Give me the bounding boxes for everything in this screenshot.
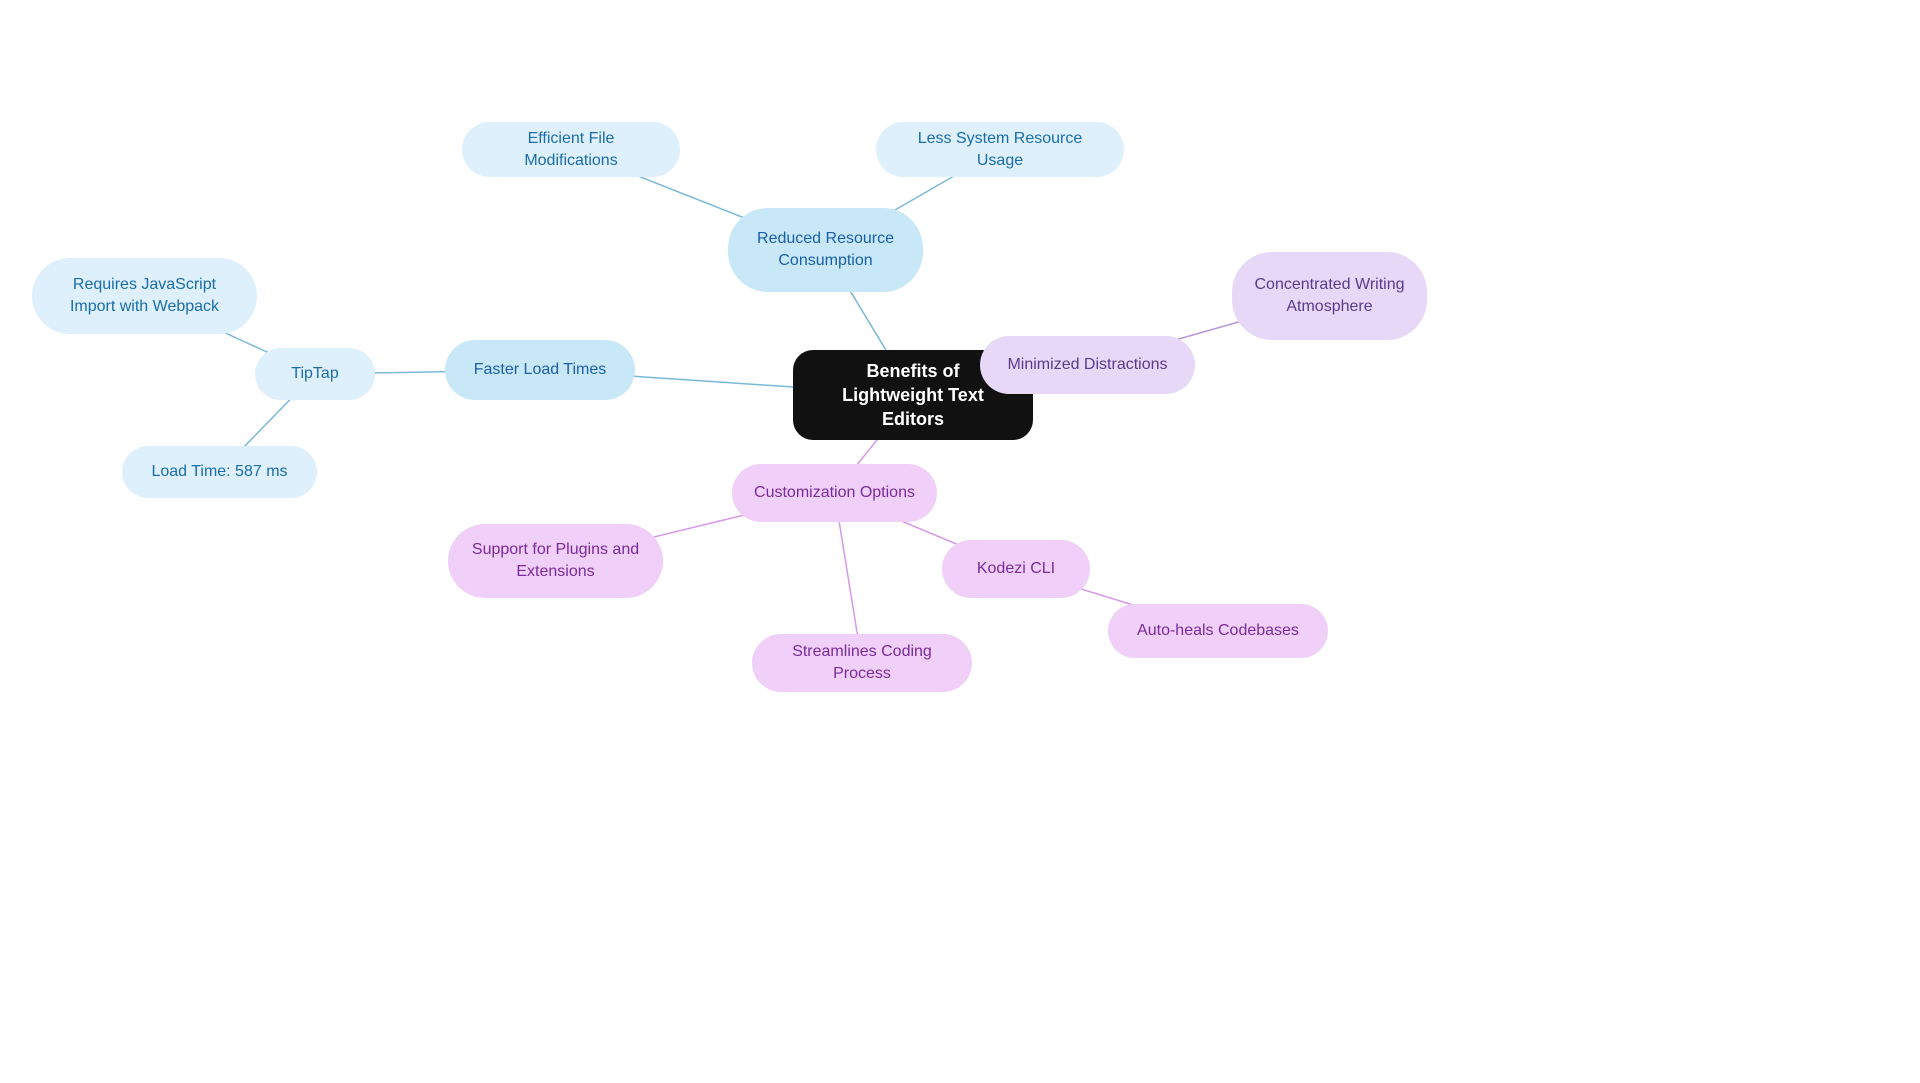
concentrated-label: Concentrated Writing Atmosphere bbox=[1254, 274, 1405, 317]
kodezi-node: Kodezi CLI bbox=[942, 540, 1090, 598]
reduced-resource-node: Reduced Resource Consumption bbox=[728, 208, 923, 292]
autoheals-node: Auto-heals Codebases bbox=[1108, 604, 1328, 658]
customization-node: Customization Options bbox=[732, 464, 937, 522]
efficient-file-node: Efficient File Modifications bbox=[462, 122, 680, 177]
concentrated-node: Concentrated Writing Atmosphere bbox=[1232, 252, 1427, 340]
autoheals-label: Auto-heals Codebases bbox=[1137, 620, 1299, 642]
minimized-node: Minimized Distractions bbox=[980, 336, 1195, 394]
reduced-label: Reduced Resource Consumption bbox=[750, 228, 901, 271]
requires-js-node: Requires JavaScript Import with Webpack bbox=[32, 258, 257, 334]
tiptap-label: TipTap bbox=[291, 363, 338, 385]
less-system-label: Less System Resource Usage bbox=[898, 128, 1102, 171]
plugins-node: Support for Plugins and Extensions bbox=[448, 524, 663, 598]
customization-label: Customization Options bbox=[754, 482, 915, 504]
tiptap-node: TipTap bbox=[255, 348, 375, 400]
requires-js-label: Requires JavaScript Import with Webpack bbox=[54, 274, 235, 317]
plugins-label: Support for Plugins and Extensions bbox=[470, 539, 641, 582]
efficient-label: Efficient File Modifications bbox=[484, 128, 658, 171]
streamlines-label: Streamlines Coding Process bbox=[774, 641, 950, 684]
kodezi-label: Kodezi CLI bbox=[977, 558, 1055, 580]
faster-load-node: Faster Load Times bbox=[445, 340, 635, 400]
streamlines-node: Streamlines Coding Process bbox=[752, 634, 972, 692]
load-time-node: Load Time: 587 ms bbox=[122, 446, 317, 498]
load-time-label: Load Time: 587 ms bbox=[151, 461, 287, 483]
less-system-node: Less System Resource Usage bbox=[876, 122, 1124, 177]
minimized-label: Minimized Distractions bbox=[1007, 354, 1167, 376]
faster-load-label: Faster Load Times bbox=[474, 359, 607, 381]
